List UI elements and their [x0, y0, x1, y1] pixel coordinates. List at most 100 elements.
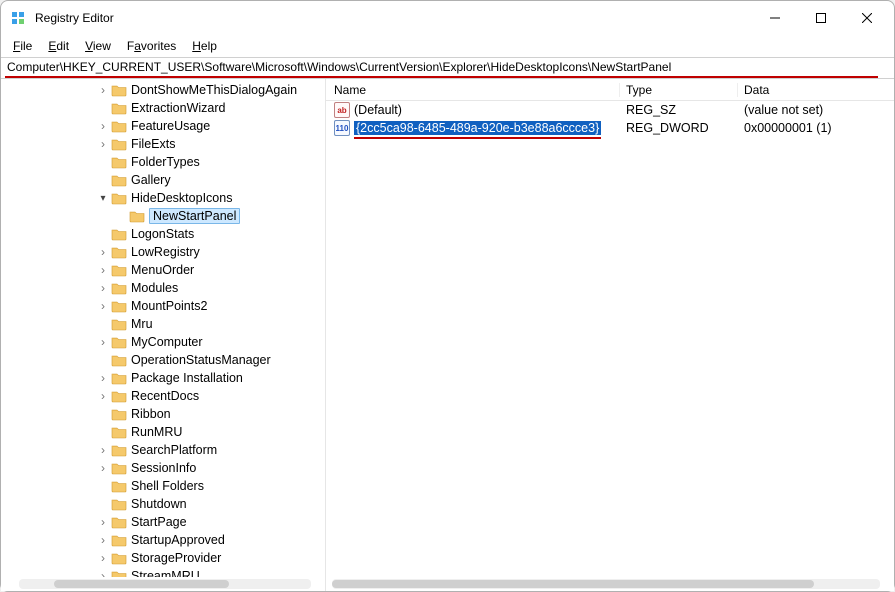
value-name: {2cc5ca98-6485-489a-920e-b3e88a6ccce3}	[354, 121, 601, 135]
chevron-right-icon[interactable]	[97, 371, 109, 385]
tree-label: FolderTypes	[131, 155, 200, 169]
tree-item[interactable]: SearchPlatform	[1, 441, 325, 459]
tree-item[interactable]: MenuOrder	[1, 261, 325, 279]
tree-label: StreamMRU	[131, 569, 200, 577]
folder-icon	[111, 173, 127, 187]
tree-label: LowRegistry	[131, 245, 200, 259]
folder-icon	[111, 389, 127, 403]
minimize-button[interactable]	[752, 3, 798, 33]
values-pane[interactable]: Name Type Data ab(Default)REG_SZ(value n…	[326, 79, 894, 591]
chevron-right-icon[interactable]	[97, 443, 109, 457]
tree-label: DontShowMeThisDialogAgain	[131, 83, 297, 97]
tree-label: OperationStatusManager	[131, 353, 271, 367]
folder-icon	[111, 101, 127, 115]
tree-label: RunMRU	[131, 425, 182, 439]
column-type[interactable]: Type	[620, 83, 738, 97]
menu-bar: File Edit View Favorites Help	[1, 35, 894, 57]
tree-item[interactable]: DontShowMeThisDialogAgain	[1, 81, 325, 99]
folder-icon	[111, 533, 127, 547]
string-value-icon: ab	[334, 102, 350, 118]
tree-item[interactable]: Ribbon	[1, 405, 325, 423]
value-name: (Default)	[354, 103, 402, 117]
value-type: REG_SZ	[620, 103, 738, 117]
chevron-right-icon[interactable]	[97, 83, 109, 97]
menu-favorites[interactable]: Favorites	[121, 37, 182, 55]
tree-item[interactable]: MountPoints2	[1, 297, 325, 315]
values-hscrollbar[interactable]	[332, 579, 880, 589]
tree-label: FileExts	[131, 137, 175, 151]
tree-pane[interactable]: DontShowMeThisDialogAgain ExtractionWizar…	[1, 79, 326, 591]
chevron-right-icon[interactable]	[97, 119, 109, 133]
values-header[interactable]: Name Type Data	[326, 79, 894, 101]
tree-item[interactable]: StorageProvider	[1, 549, 325, 567]
tree-item[interactable]: Mru	[1, 315, 325, 333]
tree-label: SearchPlatform	[131, 443, 217, 457]
tree-label: NewStartPanel	[149, 208, 240, 224]
folder-icon	[111, 569, 127, 577]
tree-item[interactable]: LowRegistry	[1, 243, 325, 261]
chevron-right-icon[interactable]	[97, 137, 109, 151]
folder-icon	[129, 209, 145, 223]
maximize-button[interactable]	[798, 3, 844, 33]
title-bar[interactable]: Registry Editor	[1, 1, 894, 35]
value-type: REG_DWORD	[620, 121, 738, 135]
value-row[interactable]: ab(Default)REG_SZ(value not set)	[326, 101, 894, 119]
tree-item[interactable]: FileExts	[1, 135, 325, 153]
folder-icon	[111, 299, 127, 313]
tree-label: StartPage	[131, 515, 187, 529]
tree-hscrollbar[interactable]	[19, 579, 311, 589]
menu-file[interactable]: File	[7, 37, 38, 55]
folder-icon	[111, 515, 127, 529]
column-name[interactable]: Name	[326, 83, 620, 97]
tree-label: StorageProvider	[131, 551, 221, 565]
chevron-right-icon[interactable]	[97, 281, 109, 295]
chevron-right-icon[interactable]	[97, 515, 109, 529]
close-button[interactable]	[844, 3, 890, 33]
column-data[interactable]: Data	[738, 83, 894, 97]
folder-icon	[111, 335, 127, 349]
chevron-right-icon[interactable]	[97, 551, 109, 565]
tree-item[interactable]: ExtractionWizard	[1, 99, 325, 117]
tree-item[interactable]: HideDesktopIcons	[1, 189, 325, 207]
tree-item[interactable]: FeatureUsage	[1, 117, 325, 135]
tree-item[interactable]: RunMRU	[1, 423, 325, 441]
menu-view[interactable]: View	[79, 37, 117, 55]
tree-label: LogonStats	[131, 227, 194, 241]
tree-item[interactable]: Package Installation	[1, 369, 325, 387]
address-bar[interactable]: Computer\HKEY_CURRENT_USER\Software\Micr…	[1, 57, 894, 79]
tree-label: SessionInfo	[131, 461, 196, 475]
dword-value-icon: 110	[334, 120, 350, 136]
tree-item[interactable]: Gallery	[1, 171, 325, 189]
tree-label: Package Installation	[131, 371, 243, 385]
tree-item[interactable]: LogonStats	[1, 225, 325, 243]
tree-item[interactable]: Modules	[1, 279, 325, 297]
chevron-down-icon[interactable]	[97, 193, 109, 204]
tree-item[interactable]: RecentDocs	[1, 387, 325, 405]
chevron-right-icon[interactable]	[97, 569, 109, 577]
tree-item[interactable]: SessionInfo	[1, 459, 325, 477]
regedit-icon	[11, 10, 27, 26]
chevron-right-icon[interactable]	[97, 245, 109, 259]
chevron-right-icon[interactable]	[97, 533, 109, 547]
tree-label: Ribbon	[131, 407, 171, 421]
tree-label: RecentDocs	[131, 389, 199, 403]
tree-item[interactable]: NewStartPanel	[1, 207, 325, 225]
tree-item[interactable]: Shutdown	[1, 495, 325, 513]
tree-item[interactable]: OperationStatusManager	[1, 351, 325, 369]
tree-item[interactable]: MyComputer	[1, 333, 325, 351]
tree-item[interactable]: FolderTypes	[1, 153, 325, 171]
tree-item[interactable]: StreamMRU	[1, 567, 325, 577]
tree-item[interactable]: Shell Folders	[1, 477, 325, 495]
menu-edit[interactable]: Edit	[42, 37, 75, 55]
value-row[interactable]: 110 {2cc5ca98-6485-489a-920e-b3e88a6ccce3…	[326, 119, 894, 137]
chevron-right-icon[interactable]	[97, 299, 109, 313]
chevron-right-icon[interactable]	[97, 389, 109, 403]
tree-item[interactable]: StartupApproved	[1, 531, 325, 549]
menu-help[interactable]: Help	[186, 37, 223, 55]
folder-icon	[111, 461, 127, 475]
chevron-right-icon[interactable]	[97, 461, 109, 475]
chevron-right-icon[interactable]	[97, 335, 109, 349]
chevron-right-icon[interactable]	[97, 263, 109, 277]
tree-item[interactable]: StartPage	[1, 513, 325, 531]
content-area: DontShowMeThisDialogAgain ExtractionWizar…	[1, 79, 894, 591]
